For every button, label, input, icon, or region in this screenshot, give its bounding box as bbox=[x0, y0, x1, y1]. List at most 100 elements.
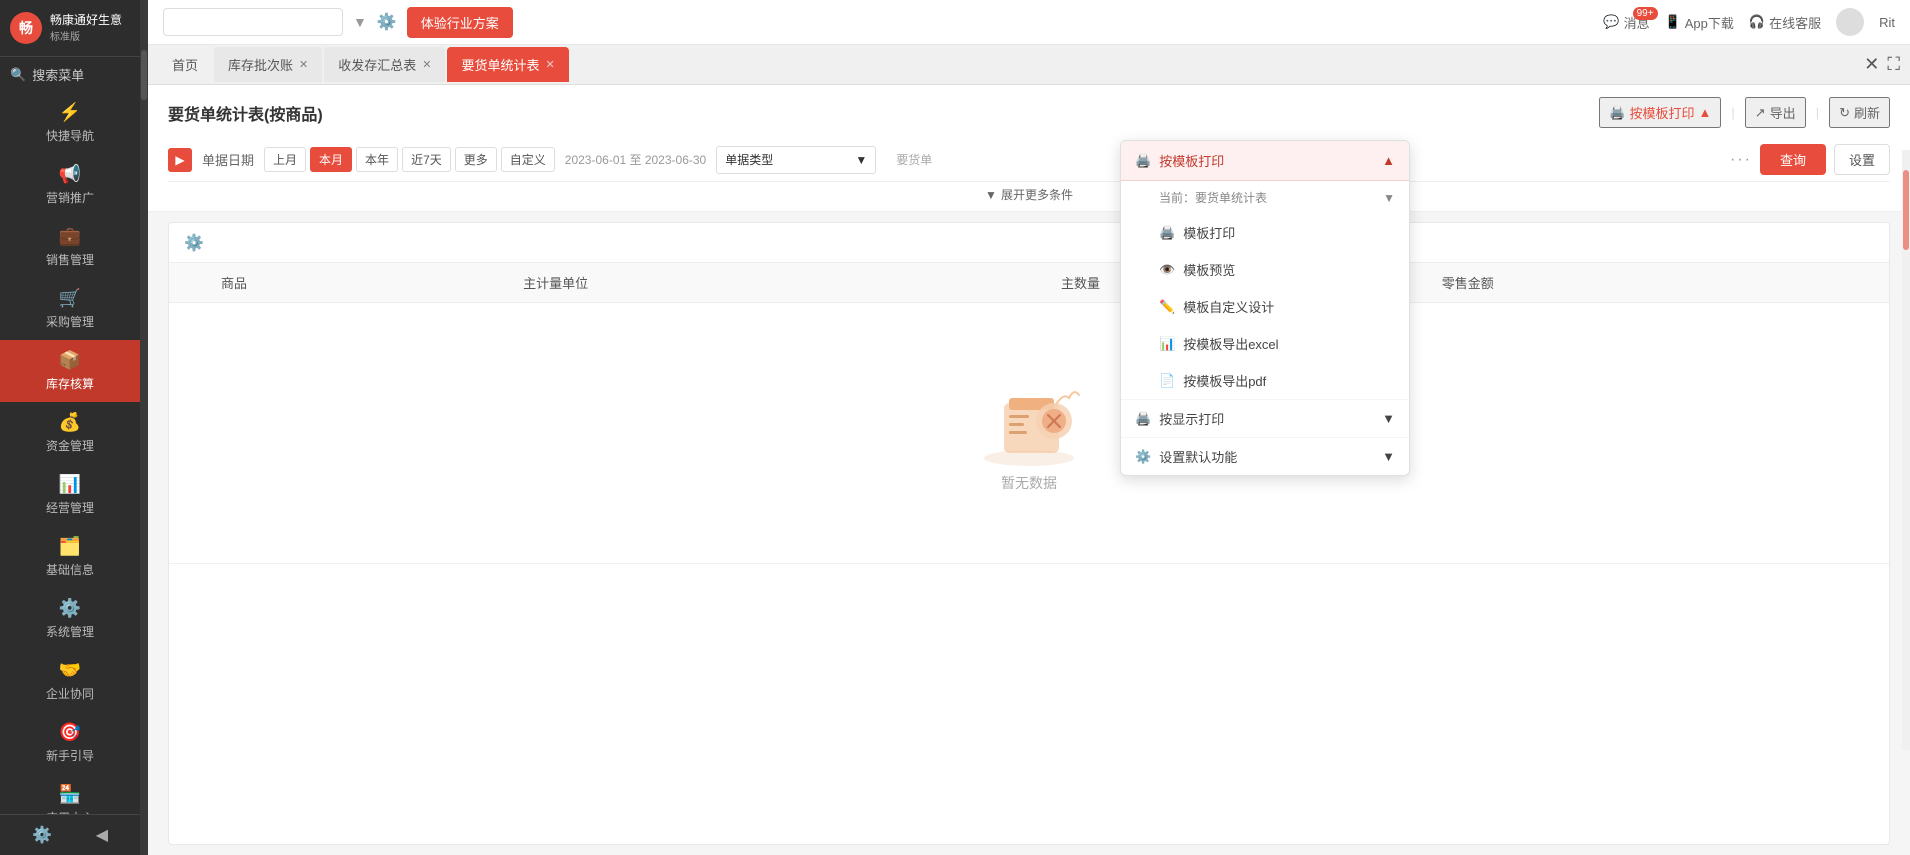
date-btn-custom[interactable]: 自定义 bbox=[501, 147, 555, 172]
date-btn-7days[interactable]: 近7天 bbox=[402, 147, 451, 172]
sidebar-item-operations[interactable]: 📊 经营管理 bbox=[0, 464, 140, 526]
dropdown-item-set-default[interactable]: ⚙️ 设置默认功能 ▼ bbox=[1121, 437, 1409, 475]
right-scroll-thumb[interactable] bbox=[1903, 170, 1909, 250]
date-options-group: 上月 本月 本年 近7天 更多 自定义 bbox=[264, 147, 555, 172]
sidebar-scroll-thumb bbox=[141, 50, 147, 100]
filter-settings-btn[interactable]: 设置 bbox=[1834, 144, 1890, 175]
sidebar-item-cooperation[interactable]: 🤝 企业协同 bbox=[0, 650, 140, 712]
sidebar-item-basic[interactable]: 🗂️ 基础信息 bbox=[0, 526, 140, 588]
cargo-label: 要货单 bbox=[896, 151, 932, 168]
app-download-btn[interactable]: 📱 App下载 bbox=[1665, 13, 1734, 32]
tab-label: 库存批次账 bbox=[228, 55, 293, 74]
template-design-icon: ✏️ bbox=[1159, 299, 1175, 315]
set-default-icon: ⚙️ bbox=[1135, 449, 1151, 465]
user-avatar[interactable] bbox=[1836, 8, 1864, 36]
tab-close-icon[interactable]: ✕ bbox=[546, 58, 555, 71]
cooperation-icon: 🤝 bbox=[59, 660, 81, 681]
operations-icon: 📊 bbox=[59, 474, 81, 495]
sidebar-item-finance[interactable]: 💰 资金管理 bbox=[0, 402, 140, 464]
display-print-chevron-icon: ▼ bbox=[1382, 411, 1395, 426]
search-menu[interactable]: 🔍 搜索菜单 bbox=[0, 57, 140, 92]
inventory-icon: 📦 bbox=[59, 350, 81, 371]
sidebar-item-marketing[interactable]: 📢 营销推广 bbox=[0, 154, 140, 216]
sidebar-item-inventory[interactable]: 📦 库存核算 bbox=[0, 340, 140, 402]
date-btn-last-month[interactable]: 上月 bbox=[264, 147, 306, 172]
tab-home[interactable]: 首页 bbox=[158, 47, 212, 82]
close-window-btn[interactable]: ✕ bbox=[1864, 54, 1879, 75]
gear-icon[interactable]: ⚙️ bbox=[377, 12, 397, 32]
username-label: Rit bbox=[1879, 15, 1895, 30]
type-filter-select[interactable]: 单据类型 ▼ bbox=[716, 146, 876, 174]
top-header: ▼ ⚙️ 体验行业方案 💬 消息 99+ 📱 App下载 🎧 在线客服 Rit bbox=[148, 0, 1910, 45]
table-row: 暂无数据 bbox=[169, 303, 1889, 564]
expand-more-btn[interactable]: ▼ 展开更多条件 bbox=[985, 186, 1073, 203]
dropdown-item-template-design[interactable]: ✏️ 模板自定义设计 bbox=[1121, 288, 1409, 325]
online-service-btn[interactable]: 🎧 在线客服 bbox=[1749, 13, 1821, 32]
dropdown-current-template: 当前：要货单统计表 ▼ bbox=[1121, 181, 1409, 214]
sidebar-item-system[interactable]: ⚙️ 系统管理 bbox=[0, 588, 140, 650]
date-btn-this-year[interactable]: 本年 bbox=[356, 147, 398, 172]
export-excel-icon: 📊 bbox=[1159, 336, 1175, 352]
sidebar-nav: ⚡ 快捷导航 📢 营销推广 💼 销售管理 🛒 采购管理 📦 库存核算 💰 资金管… bbox=[0, 92, 140, 814]
sidebar-item-purchase[interactable]: 🛒 采购管理 bbox=[0, 278, 140, 340]
system-icon: ⚙️ bbox=[59, 598, 81, 619]
tab-label: 收发存汇总表 bbox=[338, 55, 416, 74]
dropdown-item-template-preview[interactable]: 👁️ 模板预览 bbox=[1121, 251, 1409, 288]
tab-receipt-summary[interactable]: 收发存汇总表 ✕ bbox=[324, 47, 445, 82]
display-print-icon: 🖨️ bbox=[1135, 411, 1151, 427]
more-options-btn[interactable]: ··· bbox=[1730, 151, 1752, 169]
notification-count: 99+ bbox=[1633, 7, 1658, 20]
filter-expand-btn[interactable]: ▶ bbox=[168, 148, 192, 172]
col-unit: 主计量单位 bbox=[511, 263, 1049, 303]
dropdown-item-display-print[interactable]: 🖨️ 按显示打印 ▼ bbox=[1121, 399, 1409, 437]
app-name: 畅康通好生意 bbox=[50, 13, 122, 29]
query-btn[interactable]: 查询 bbox=[1760, 144, 1826, 175]
page-header: 要货单统计表(按商品) 🖨️ 按模板打印 ▲ | ↗ 导出 | ↻ 刷新 bbox=[148, 85, 1910, 136]
table-gear-icon[interactable]: ⚙️ bbox=[184, 233, 204, 253]
refresh-btn[interactable]: ↻ 刷新 bbox=[1829, 97, 1890, 128]
sidebar-item-guide[interactable]: 🎯 新手引导 bbox=[0, 712, 140, 774]
sidebar-item-quick-nav[interactable]: ⚡ 快捷导航 bbox=[0, 92, 140, 154]
sidebar-item-label: 经营管理 bbox=[46, 499, 94, 516]
dropdown-item-template-print[interactable]: 🖨️ 模板打印 bbox=[1121, 214, 1409, 251]
search-input[interactable] bbox=[163, 8, 343, 36]
expand-more-row: ▼ 展开更多条件 bbox=[168, 181, 1890, 203]
set-default-chevron-icon: ▼ bbox=[1382, 449, 1395, 464]
page-actions: 🖨️ 按模板打印 ▲ | ↗ 导出 | ↻ 刷新 bbox=[1599, 97, 1890, 128]
sidebar-item-label: 企业协同 bbox=[46, 685, 94, 702]
filter-bar: ▶ 单据日期 上月 本月 本年 近7天 更多 自定义 2023-06-01 至 … bbox=[148, 136, 1910, 212]
sidebar-item-appstore[interactable]: 🏪 应用中心 bbox=[0, 774, 140, 814]
export-btn[interactable]: ↗ 导出 bbox=[1745, 97, 1806, 128]
template-print-icon: 🖨️ bbox=[1159, 225, 1175, 241]
tab-close-icon[interactable]: ✕ bbox=[422, 58, 431, 71]
dropdown-item-export-excel[interactable]: 📊 按模板导出excel bbox=[1121, 325, 1409, 362]
collapse-btn[interactable]: ◀ bbox=[96, 825, 108, 845]
dropdown-item-export-pdf[interactable]: 📄 按模板导出pdf bbox=[1121, 362, 1409, 399]
guide-icon: 🎯 bbox=[59, 722, 81, 743]
sidebar-item-sales[interactable]: 💼 销售管理 bbox=[0, 216, 140, 278]
dropdown-title: 🖨️ 按模板打印 bbox=[1135, 151, 1224, 170]
right-scrollbar bbox=[1902, 150, 1910, 750]
tab-inventory-batch[interactable]: 库存批次账 ✕ bbox=[214, 47, 322, 82]
printer-header-icon: 🖨️ bbox=[1135, 153, 1151, 169]
empty-illustration bbox=[969, 373, 1089, 473]
dropdown-close-chevron[interactable]: ▲ bbox=[1382, 153, 1395, 168]
tab-order-stats[interactable]: 要货单统计表 ✕ bbox=[447, 47, 568, 82]
quick-nav-icon: ⚡ bbox=[59, 102, 81, 123]
settings-footer-btn[interactable]: ⚙️ bbox=[32, 825, 52, 845]
search-icon: 🔍 bbox=[10, 67, 26, 83]
maximize-btn[interactable]: ⛶ bbox=[1887, 54, 1900, 75]
date-btn-more[interactable]: 更多 bbox=[455, 147, 497, 172]
sidebar-scrollbar bbox=[140, 0, 148, 855]
col-product: 商品 bbox=[209, 263, 511, 303]
notifications-btn[interactable]: 💬 消息 99+ bbox=[1603, 13, 1649, 32]
select-chevron-icon: ▼ bbox=[855, 153, 867, 167]
print-template-btn[interactable]: 🖨️ 按模板打印 ▲ bbox=[1599, 97, 1721, 128]
sidebar-item-label: 系统管理 bbox=[46, 623, 94, 640]
header-dropdown-btn[interactable]: ▼ bbox=[353, 14, 367, 30]
tab-close-icon[interactable]: ✕ bbox=[299, 58, 308, 71]
trial-btn[interactable]: 体验行业方案 bbox=[407, 7, 513, 38]
date-btn-this-month[interactable]: 本月 bbox=[310, 147, 352, 172]
tab-label: 要货单统计表 bbox=[461, 55, 539, 74]
table-toolbar: ⚙️ bbox=[169, 223, 1889, 263]
